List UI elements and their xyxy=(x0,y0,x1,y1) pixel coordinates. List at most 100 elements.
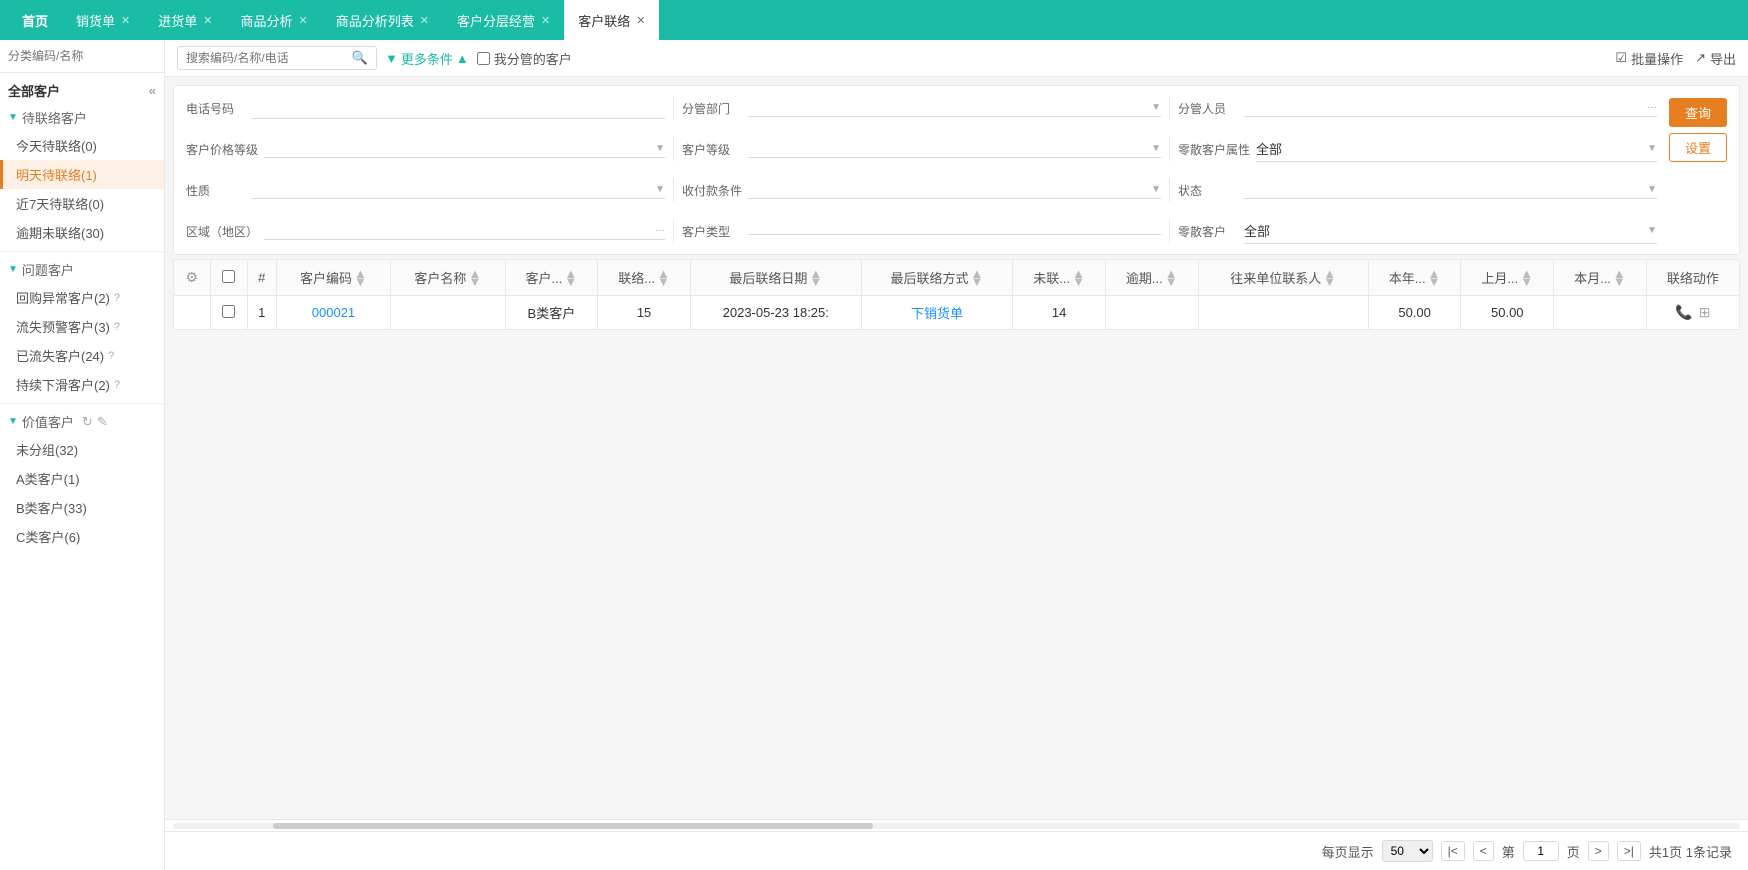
filter-payment: 收付款条件 ▼ xyxy=(682,181,1161,199)
close-product-analysis-list-icon[interactable]: ✕ xyxy=(420,14,429,27)
toolbar-search-icon[interactable]: 🔍 xyxy=(352,50,368,66)
sidebar-item-today-contact[interactable]: 今天待联络(0) xyxy=(0,131,164,160)
close-sales-order-icon[interactable]: ✕ xyxy=(121,14,130,27)
value-customers-label: 价值客户 xyxy=(22,412,74,431)
batch-ops-btn[interactable]: ☑ 批量操作 xyxy=(1615,49,1683,68)
toolbar-right: ☑ 批量操作 ↗ 导出 xyxy=(1615,49,1736,68)
price-level-chevron-icon: ▼ xyxy=(655,143,665,154)
last-page-btn[interactable]: >| xyxy=(1617,841,1641,861)
my-customers-checkbox[interactable] xyxy=(477,52,490,65)
more-conditions-btn[interactable]: ▼ 更多条件 ▲ xyxy=(385,49,469,68)
retail-attr-select[interactable]: 全部 ▼ xyxy=(1256,136,1657,162)
filter-phone: 电话号码 xyxy=(186,98,665,119)
customer-level-chevron-icon: ▼ xyxy=(1151,143,1161,154)
export-btn[interactable]: ↗ 导出 xyxy=(1695,49,1736,68)
toolbar-search-input[interactable] xyxy=(186,51,348,65)
horizontal-scrollbar[interactable] xyxy=(165,819,1748,831)
price-level-label: 客户价格等级 xyxy=(186,141,258,158)
already-lost-help-icon: ? xyxy=(108,350,114,362)
sidebar-item-class-b[interactable]: B类客户(33) xyxy=(0,493,164,522)
pagination-bar: 每页显示 50 100 200 |< < 第 页 > >| 共1页 1条记录 xyxy=(165,831,1748,870)
phone-label: 电话号码 xyxy=(186,100,246,117)
edit-icon[interactable]: ✎ xyxy=(97,414,108,430)
filter-area: 区域（地区） ··· xyxy=(186,222,665,240)
sidebar-item-already-lost[interactable]: 已流失客户(24) ? xyxy=(0,341,164,370)
grid-action-icon[interactable]: ⊞ xyxy=(1699,304,1711,321)
setting-button[interactable]: 设置 xyxy=(1669,133,1727,162)
nav-customer-tiering[interactable]: 客户分层经营 ✕ xyxy=(443,0,564,40)
filter-divider-r2b xyxy=(1169,137,1170,161)
continuing-down-help-icon: ? xyxy=(114,379,120,391)
col-customer-type-header: 客户... ▲▼ xyxy=(505,260,598,296)
sidebar-item-ungrouped[interactable]: 未分组(32) xyxy=(0,435,164,464)
customer-type-select[interactable] xyxy=(748,228,1161,235)
nav-purchase-order[interactable]: 进货单 ✕ xyxy=(144,0,226,40)
value-customers-arrow: ▼ xyxy=(8,416,18,427)
sidebar-item-lost-risk[interactable]: 流失预警客户(3) ? xyxy=(0,312,164,341)
retail-customer-chevron-icon: ▼ xyxy=(1647,225,1657,236)
top-navigation: 首页 销货单 ✕ 进货单 ✕ 商品分析 ✕ 商品分析列表 ✕ 客户分层经营 ✕ … xyxy=(0,0,1748,40)
pending-contact-label: 待联络客户 xyxy=(22,108,87,127)
sidebar: 🔍 全部客户 « ▼ 待联络客户 今天待联络(0) 明天待联络(1) 近7天待联… xyxy=(0,40,165,870)
collapse-icon[interactable]: « xyxy=(149,83,156,98)
row-checkbox[interactable] xyxy=(222,305,235,318)
sort-icon-method: ▲▼ xyxy=(971,270,984,286)
settings-icon[interactable]: ⚙ xyxy=(186,269,199,285)
nav-product-analysis[interactable]: 商品分析 ✕ xyxy=(226,0,321,40)
customer-code-link[interactable]: 000021 xyxy=(312,305,355,320)
phone-input[interactable] xyxy=(252,98,665,119)
sidebar-item-continuing-down[interactable]: 持续下滑客户(2) ? xyxy=(0,370,164,399)
next-page-btn[interactable]: > xyxy=(1588,841,1609,861)
retail-customer-select[interactable]: 全部 ▼ xyxy=(1244,218,1657,244)
nav-home[interactable]: 首页 xyxy=(8,0,62,40)
page-number-input[interactable] xyxy=(1523,841,1559,861)
filter-gender: 性质 ▼ xyxy=(186,181,665,199)
sidebar-item-tomorrow-contact[interactable]: 明天待联络(1) xyxy=(0,160,164,189)
price-level-select[interactable]: ▼ xyxy=(264,140,665,158)
nav-customer-contact[interactable]: 客户联络 ✕ xyxy=(564,0,659,40)
table-header-row: ⚙ # 客户编码 ▲▼ xyxy=(174,260,1740,296)
scrollbar-thumb[interactable] xyxy=(273,823,873,829)
area-select[interactable]: ··· xyxy=(264,222,665,240)
status-label: 状态 xyxy=(1178,182,1238,199)
row-this-month-cell xyxy=(1554,296,1647,330)
payment-select[interactable]: ▼ xyxy=(748,181,1161,199)
sort-icon-contact: ▲▼ xyxy=(657,270,670,286)
close-customer-tiering-icon[interactable]: ✕ xyxy=(541,14,550,27)
page-size-select[interactable]: 50 100 200 xyxy=(1382,840,1433,862)
nav-product-analysis-list[interactable]: 商品分析列表 ✕ xyxy=(322,0,443,40)
nav-sales-order[interactable]: 销货单 ✕ xyxy=(62,0,144,40)
refresh-icon[interactable]: ↻ xyxy=(82,414,93,430)
gender-select[interactable]: ▼ xyxy=(252,181,665,199)
sidebar-item-class-c[interactable]: C类客户(6) xyxy=(0,522,164,551)
dept-label: 分管部门 xyxy=(682,100,742,117)
first-page-btn[interactable]: |< xyxy=(1441,841,1465,861)
contact-method-link[interactable]: 下销货单 xyxy=(911,306,963,321)
customer-level-select[interactable]: ▼ xyxy=(748,140,1161,158)
sidebar-item-week-contact[interactable]: 近7天待联络(0) xyxy=(0,189,164,218)
sidebar-item-class-a[interactable]: A类客户(1) xyxy=(0,464,164,493)
dept-select[interactable]: ▼ xyxy=(748,99,1161,117)
area-ellipsis-icon: ··· xyxy=(655,225,665,236)
sidebar-item-repurchase-abnormal[interactable]: 回购异常客户(2) ? xyxy=(0,283,164,312)
col-action-header: 联络动作 xyxy=(1646,260,1739,296)
prev-page-btn[interactable]: < xyxy=(1473,841,1494,861)
value-customers-group: ▼ 价值客户 ↻ ✎ xyxy=(0,408,164,435)
pending-contact-arrow: ▼ xyxy=(8,112,18,123)
status-select[interactable]: ▼ xyxy=(1244,181,1657,199)
row-index-cell: 1 xyxy=(247,296,276,330)
close-customer-contact-icon[interactable]: ✕ xyxy=(636,14,645,27)
person-label: 分管人员 xyxy=(1178,100,1238,117)
sidebar-item-overdue-contact[interactable]: 逾期未联络(30) xyxy=(0,218,164,247)
close-purchase-order-icon[interactable]: ✕ xyxy=(203,14,212,27)
toolbar-search-box[interactable]: 🔍 xyxy=(177,46,377,70)
select-all-checkbox[interactable] xyxy=(222,270,235,283)
scrollbar-track[interactable] xyxy=(173,823,1740,829)
query-button[interactable]: 查询 xyxy=(1669,98,1727,127)
close-product-analysis-icon[interactable]: ✕ xyxy=(299,14,308,27)
person-select[interactable]: ··· xyxy=(1244,99,1657,117)
filter-price-level: 客户价格等级 ▼ xyxy=(186,140,665,158)
sidebar-search-input[interactable] xyxy=(8,49,163,63)
phone-action-icon[interactable]: 📞 xyxy=(1675,304,1692,321)
my-customers-checkbox-label[interactable]: 我分管的客户 xyxy=(477,49,572,68)
